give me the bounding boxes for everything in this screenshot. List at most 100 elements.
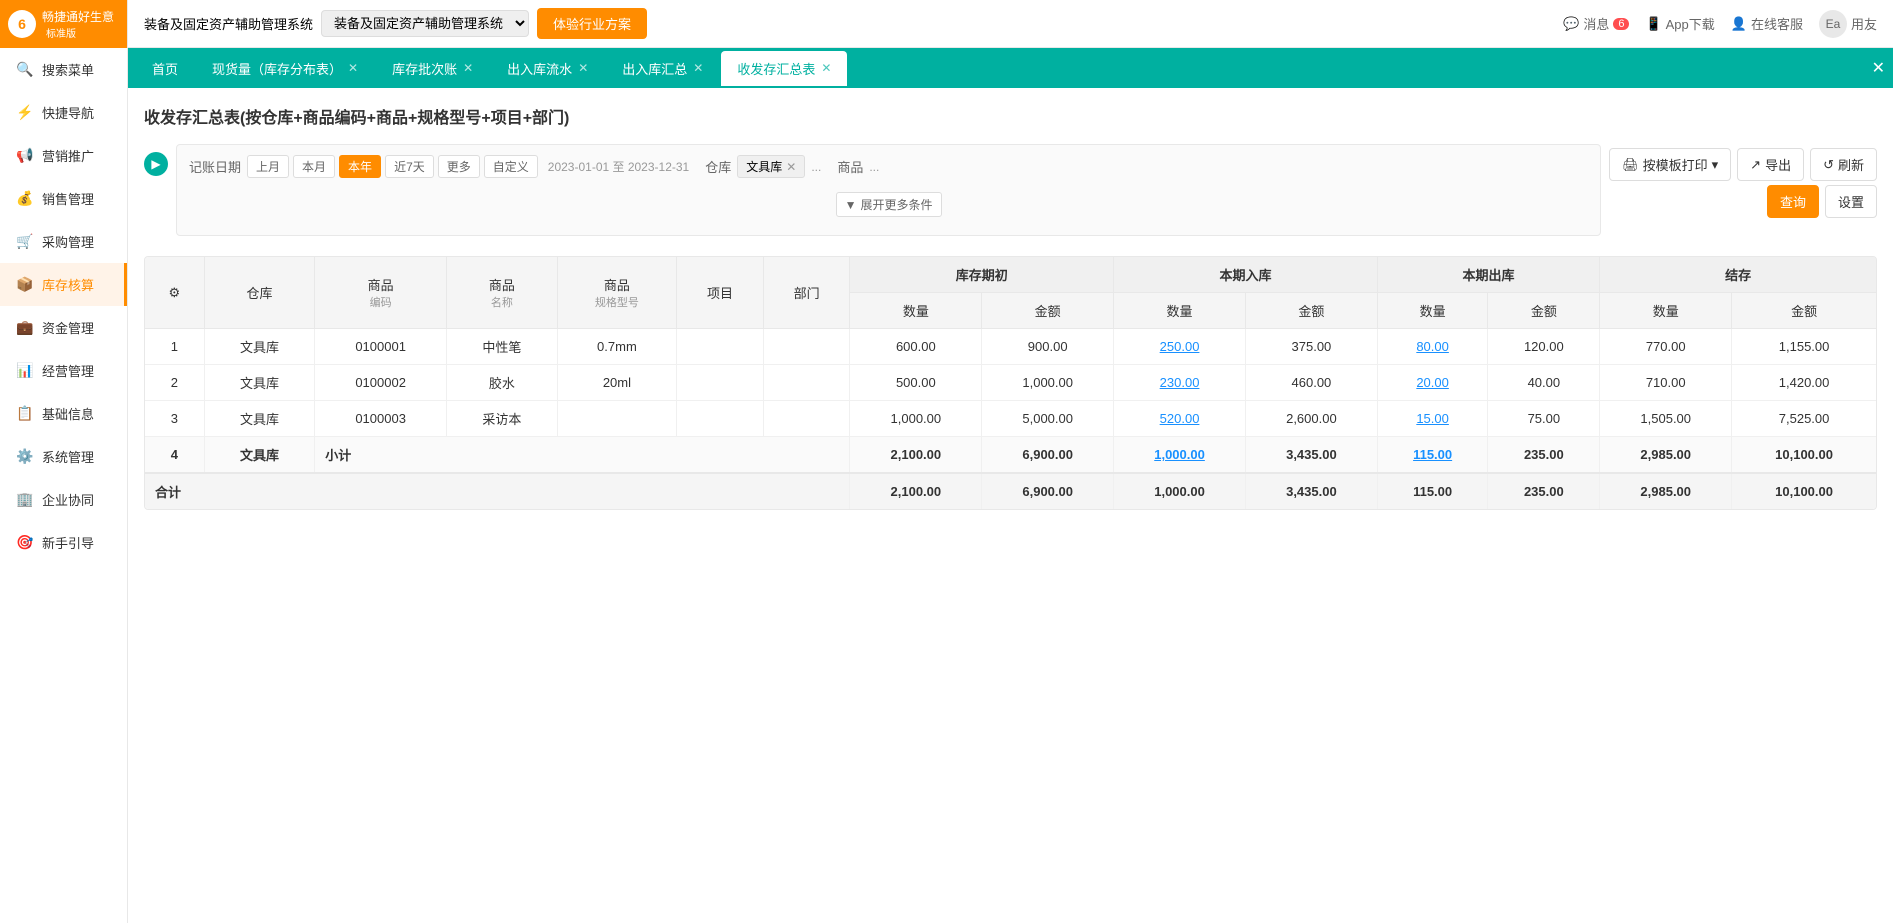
subtotal-seq: 4 (145, 437, 204, 474)
message-button[interactable]: 💬 消息 6 (1563, 14, 1629, 33)
sidebar-item-finance[interactable]: 💼 资金管理 (0, 306, 127, 349)
row-out-amt: 120.00 (1488, 329, 1600, 365)
col-code: 商品编码 (315, 257, 447, 329)
row-open-qty: 1,000.00 (850, 401, 982, 437)
warehouse-tag[interactable]: 文具库 ✕ (737, 155, 805, 178)
export-button[interactable]: ↗ 导出 (1737, 148, 1804, 181)
row-seq: 1 (145, 329, 204, 365)
sidebar-item-system[interactable]: ⚙️ 系统管理 (0, 435, 127, 478)
sales-icon: 💰 (16, 190, 34, 207)
sidebar-item-sales[interactable]: 💰 销售管理 (0, 177, 127, 220)
col-warehouse: 仓库 (204, 257, 315, 329)
goods-label: 商品 (837, 157, 863, 176)
row-bal-amt: 1,420.00 (1732, 365, 1876, 401)
tab-inventory-dist[interactable]: 现货量（库存分布表） ✕ (196, 51, 374, 86)
refresh-button[interactable]: ↺ 刷新 (1810, 148, 1877, 181)
row-code: 0100001 (315, 329, 447, 365)
row-code: 0100003 (315, 401, 447, 437)
tab-home[interactable]: 首页 (136, 51, 194, 86)
subtotal-bal-amt: 10,100.00 (1732, 437, 1876, 474)
base-info-icon: 📋 (16, 405, 34, 422)
tab-close-icon[interactable]: ✕ (463, 61, 473, 75)
tab-batch[interactable]: 库存批次账 ✕ (376, 51, 489, 86)
lightning-icon: ⚡ (16, 104, 34, 121)
goods-more-btn[interactable]: ... (869, 160, 879, 174)
table-row: 3 文具库 0100003 采访本 1,000.00 5,000.00 520.… (145, 401, 1876, 437)
sidebar-item-purchase[interactable]: 🛒 采购管理 (0, 220, 127, 263)
tab-inout-flow[interactable]: 出入库流水 ✕ (491, 51, 604, 86)
row-dept (763, 329, 850, 365)
date-buttons: 上月 本月 本年 近7天 更多 自定义 (247, 155, 538, 178)
goods-filter: 商品 ... (837, 157, 879, 176)
row-in-qty[interactable]: 250.00 (1114, 329, 1246, 365)
sidebar-item-guide[interactable]: 🎯 新手引导 (0, 521, 127, 564)
col-open-qty: 数量 (850, 293, 982, 329)
subtotal-out-qty[interactable]: 115.00 (1377, 437, 1488, 474)
row-dept (763, 401, 850, 437)
system-title: 装备及固定资产辅助管理系统 (144, 14, 313, 33)
row-out-qty[interactable]: 80.00 (1377, 329, 1488, 365)
col-settings[interactable]: ⚙ (145, 257, 204, 329)
sidebar-item-label: 新手引导 (42, 533, 94, 552)
sidebar-item-inventory[interactable]: 📦 库存核算 (0, 263, 127, 306)
row-out-qty[interactable]: 15.00 (1377, 401, 1488, 437)
user-menu[interactable]: Ea 用友 (1819, 10, 1877, 38)
subtotal-bal-qty: 2,985.00 (1600, 437, 1732, 474)
col-out-qty: 数量 (1377, 293, 1488, 329)
total-out-qty: 115.00 (1377, 473, 1488, 509)
row-bal-qty: 1,505.00 (1600, 401, 1732, 437)
warehouse-more-btn[interactable]: ... (811, 160, 821, 174)
date-btn-this-year[interactable]: 本年 (339, 155, 381, 178)
settings-button[interactable]: 设置 (1825, 185, 1877, 218)
date-btn-7days[interactable]: 近7天 (385, 155, 434, 178)
row-warehouse: 文具库 (204, 329, 315, 365)
row-out-qty[interactable]: 20.00 (1377, 365, 1488, 401)
tab-close-icon[interactable]: ✕ (578, 61, 588, 75)
total-bal-amt: 10,100.00 (1732, 473, 1876, 509)
sidebar-tag: 标准版 (42, 28, 80, 41)
warehouse-filter: 仓库 文具库 ✕ ... (705, 155, 821, 178)
tabs-close-all-button[interactable]: ✕ (1872, 58, 1885, 78)
export-label: 导出 (1765, 155, 1791, 174)
tab-inout-summary[interactable]: 出入库汇总 ✕ (606, 51, 719, 86)
sidebar-item-base-info[interactable]: 📋 基础信息 (0, 392, 127, 435)
row-in-qty[interactable]: 230.00 (1114, 365, 1246, 401)
tab-receive-send[interactable]: 收发存汇总表 ✕ (721, 51, 847, 86)
print-button[interactable]: 🖨 按模板打印 ▾ (1609, 148, 1731, 181)
row-warehouse: 文具库 (204, 365, 315, 401)
query-button[interactable]: 查询 (1767, 185, 1819, 218)
col-balance: 结存 (1600, 257, 1876, 293)
row-in-qty[interactable]: 520.00 (1114, 401, 1246, 437)
subtotal-in-qty[interactable]: 1,000.00 (1114, 437, 1246, 474)
tab-bar: 首页 现货量（库存分布表） ✕ 库存批次账 ✕ 出入库流水 ✕ 出入库汇总 ✕ … (128, 48, 1893, 88)
print-icon: 🖨 (1622, 157, 1639, 173)
filter-toggle[interactable]: ▶ (144, 152, 168, 176)
date-btn-custom[interactable]: 自定义 (484, 155, 538, 178)
warehouse-remove-icon[interactable]: ✕ (786, 160, 796, 174)
sidebar-item-label: 销售管理 (42, 189, 94, 208)
inventory-icon: 📦 (16, 276, 34, 293)
row-open-qty: 500.00 (850, 365, 982, 401)
app-download-button[interactable]: 📱 App下载 (1645, 14, 1714, 33)
date-btn-more[interactable]: 更多 (438, 155, 480, 178)
expand-filter-button[interactable]: ▼ 展开更多条件 (836, 192, 942, 217)
page-title: 收发存汇总表(按仓库+商品编码+商品+规格型号+项目+部门) (144, 104, 1877, 128)
sidebar-item-enterprise[interactable]: 🏢 企业协同 (0, 478, 127, 521)
sidebar-item-quick-nav[interactable]: ⚡ 快捷导航 (0, 91, 127, 134)
date-btn-this-month[interactable]: 本月 (293, 155, 335, 178)
tab-close-icon[interactable]: ✕ (348, 61, 358, 75)
row-in-amt: 460.00 (1245, 365, 1377, 401)
online-service-button[interactable]: 👤 在线客服 (1731, 14, 1803, 33)
system-select[interactable]: 装备及固定资产辅助管理系统 (321, 10, 529, 37)
trial-button[interactable]: 体验行业方案 (537, 8, 647, 39)
marketing-icon: 📢 (16, 147, 34, 164)
sidebar-item-marketing[interactable]: 📢 营销推广 (0, 134, 127, 177)
sidebar-item-label: 基础信息 (42, 404, 94, 423)
date-btn-last-month[interactable]: 上月 (247, 155, 289, 178)
sidebar-item-label: 经营管理 (42, 361, 94, 380)
tab-close-icon[interactable]: ✕ (693, 61, 703, 75)
sidebar-item-search[interactable]: 🔍 搜索菜单 (0, 48, 127, 91)
sidebar-item-operations[interactable]: 📊 经营管理 (0, 349, 127, 392)
row-open-amt: 900.00 (982, 329, 1114, 365)
tab-close-icon[interactable]: ✕ (821, 61, 831, 75)
